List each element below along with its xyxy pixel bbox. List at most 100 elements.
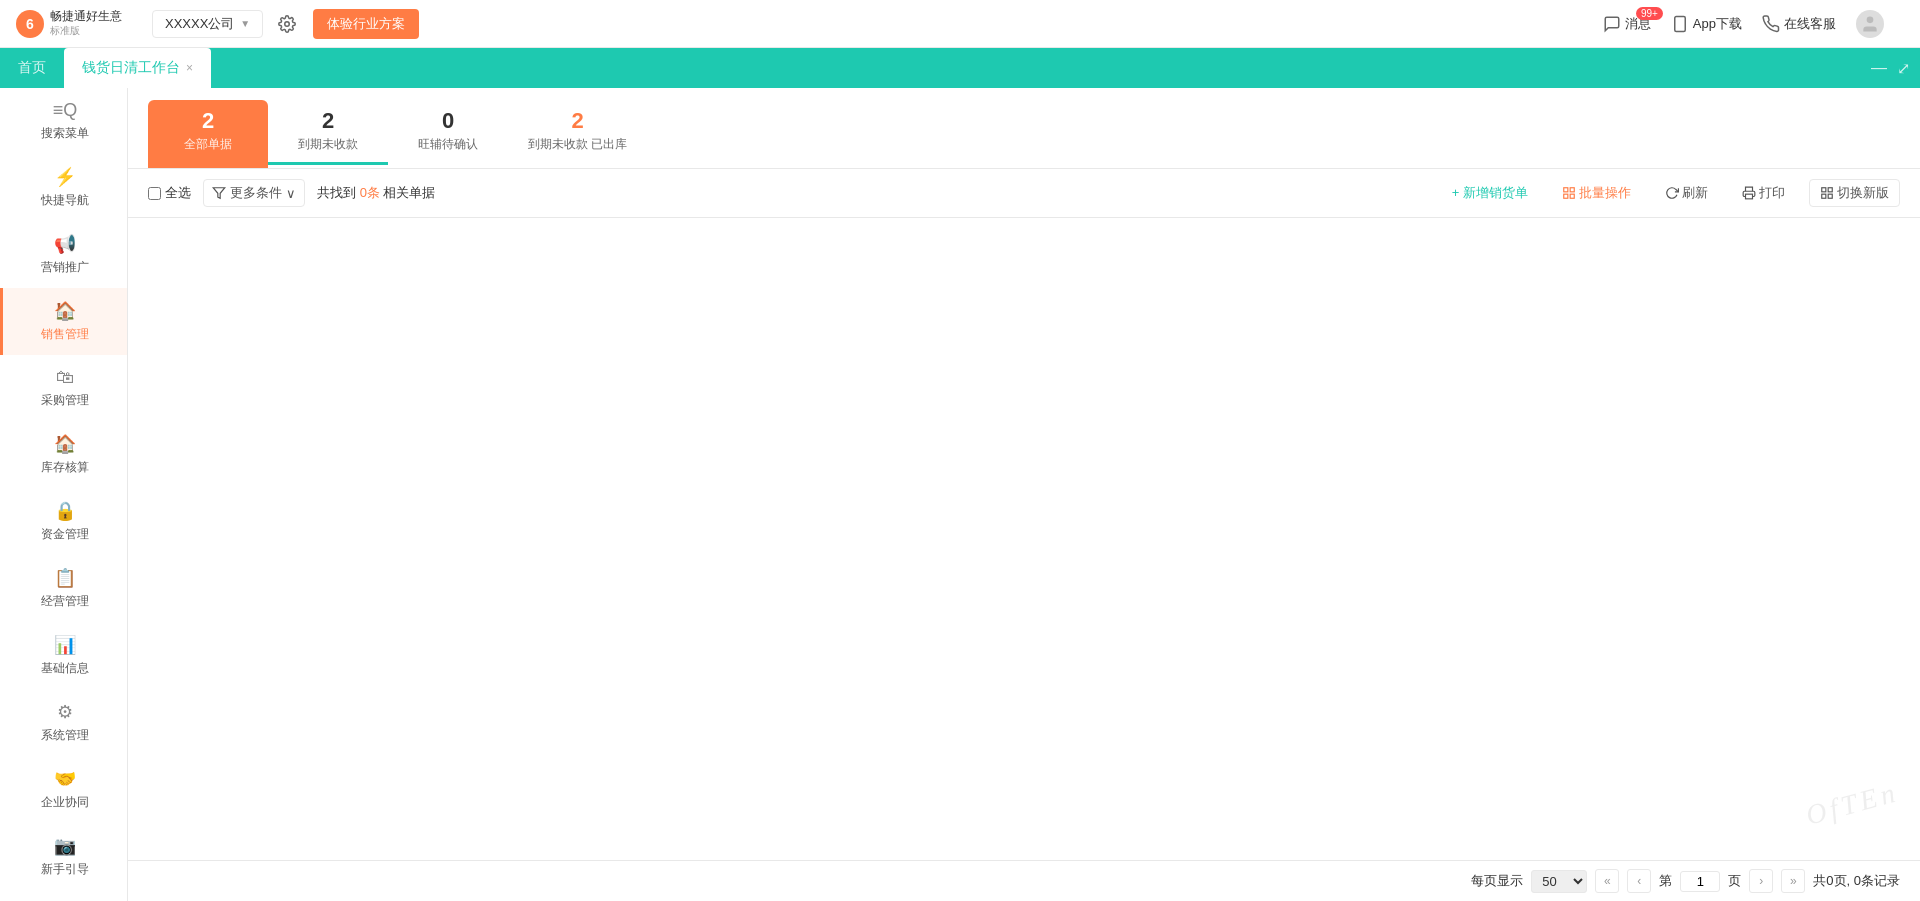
tab-underline: [268, 162, 388, 165]
online-service-btn[interactable]: 在线客服: [1762, 15, 1836, 33]
sidebar-item-quick-nav[interactable]: ⚡ 快捷导航: [0, 154, 127, 221]
app-download-btn[interactable]: App下载: [1671, 15, 1742, 33]
select-all-label: 全选: [165, 184, 191, 202]
switch-new-btn[interactable]: 切换新版: [1809, 179, 1900, 207]
tab-cash-flow-label: 钱货日清工作台: [82, 59, 180, 77]
checkbox-input[interactable]: [148, 187, 161, 200]
company-selector[interactable]: XXXXX公司 ▼: [152, 10, 263, 38]
select-all-checkbox[interactable]: 全选: [148, 184, 191, 202]
refresh-btn[interactable]: 刷新: [1655, 180, 1718, 206]
toolbar: 全选 更多条件 ∨ 共找到 0条 相关单据 + 新增销货单 批量操作: [128, 169, 1920, 218]
svg-point-3: [1867, 16, 1874, 23]
experience-btn[interactable]: 体验行业方案: [313, 9, 419, 39]
stat-tab-overdue-not-shipped[interactable]: 2 到期未收款 已出库: [508, 100, 647, 168]
stats-tabs: 2 全部单据 2 到期未收款 0 旺辅待确认 2 到期未收款 已出库: [128, 88, 1920, 169]
purchase-mgmt-icon: 🛍: [56, 367, 74, 388]
found-text: 共找到 0条 相关单据: [317, 184, 435, 202]
stat-all-num: 2: [168, 108, 248, 134]
sidebar-item-inventory[interactable]: 🏠 库存核算: [0, 421, 127, 488]
stat-overdue-not-shipped-label: 到期未收款 已出库: [528, 136, 627, 153]
table-area: OfTEn: [128, 218, 1920, 860]
more-filters-btn[interactable]: 更多条件 ∨: [203, 179, 305, 207]
svg-rect-12: [1828, 194, 1832, 198]
first-page-btn[interactable]: «: [1595, 869, 1619, 893]
settings-icon-btn[interactable]: [271, 8, 303, 40]
sidebar-item-capital-mgmt[interactable]: 🔒 资金管理: [0, 488, 127, 555]
sidebar-item-marketing[interactable]: 📢 营销推广: [0, 221, 127, 288]
stat-pending-confirm-label: 旺辅待确认: [408, 136, 488, 153]
quick-nav-icon: ⚡: [54, 166, 76, 188]
content-area: 2 全部单据 2 到期未收款 0 旺辅待确认 2 到期未收款 已出库 全选: [128, 88, 1920, 901]
logo-title: 畅捷通好生意: [50, 9, 122, 25]
sidebar-item-enterprise-coop[interactable]: 🤝 企业协同: [0, 756, 127, 823]
stat-overdue-not-shipped-num: 2: [528, 108, 627, 134]
sidebar-item-purchase-mgmt[interactable]: 🛍 采购管理: [0, 355, 127, 421]
svg-point-0: [285, 21, 290, 26]
sidebar-label-capital-mgmt: 资金管理: [41, 526, 89, 543]
print-btn[interactable]: 打印: [1732, 180, 1795, 206]
tab-minimize-btn[interactable]: —: [1871, 59, 1887, 77]
pagination-bar: 每页显示 50 20 100 « ‹ 第 页 › » 共0页, 0条记录: [128, 860, 1920, 901]
main-layout: ≡Q 搜索菜单 ⚡ 快捷导航 📢 营销推广 🏠 销售管理 🛍 采购管理 🏠 库存…: [0, 88, 1920, 901]
sidebar: ≡Q 搜索菜单 ⚡ 快捷导航 📢 营销推广 🏠 销售管理 🛍 采购管理 🏠 库存…: [0, 88, 128, 901]
switch-new-label: 切换新版: [1837, 184, 1889, 202]
online-service-label: 在线客服: [1784, 15, 1836, 33]
stat-tab-all[interactable]: 2 全部单据: [148, 100, 268, 168]
svg-rect-5: [1564, 188, 1568, 192]
marketing-icon: 📢: [54, 233, 76, 255]
system-mgmt-icon: ⚙: [57, 701, 73, 723]
sidebar-item-app-center[interactable]: 🖥 应用中心: [0, 890, 127, 901]
sidebar-label-operations: 经营管理: [41, 593, 89, 610]
found-count: 0条: [360, 185, 380, 200]
last-page-btn[interactable]: »: [1781, 869, 1805, 893]
stat-tab-pending-confirm[interactable]: 0 旺辅待确认: [388, 100, 508, 168]
tab-close-icon[interactable]: ×: [186, 61, 193, 75]
batch-ops-btn[interactable]: 批量操作: [1552, 180, 1641, 206]
sidebar-item-system-mgmt[interactable]: ⚙ 系统管理: [0, 689, 127, 756]
sidebar-label-basic-info: 基础信息: [41, 660, 89, 677]
company-dropdown-icon: ▼: [240, 18, 250, 29]
add-sales-btn[interactable]: + 新增销货单: [1442, 180, 1538, 206]
sidebar-label-quick-nav: 快捷导航: [41, 192, 89, 209]
sidebar-label-sales-mgmt: 销售管理: [41, 326, 89, 343]
found-prefix: 共找到: [317, 185, 356, 200]
svg-rect-10: [1822, 188, 1826, 192]
sidebar-item-basic-info[interactable]: 📊 基础信息: [0, 622, 127, 689]
avatar[interactable]: [1856, 10, 1884, 38]
sidebar-item-search-menu[interactable]: ≡Q 搜索菜单: [0, 88, 127, 154]
operations-icon: 📋: [54, 567, 76, 589]
stat-all-label: 全部单据: [168, 136, 248, 153]
watermark: OfTEn: [1803, 776, 1903, 831]
sidebar-label-enterprise-coop: 企业协同: [41, 794, 89, 811]
capital-mgmt-icon: 🔒: [54, 500, 76, 522]
top-header: 6 畅捷通好生意 标准版 XXXXX公司 ▼ 体验行业方案 消息 99+ App…: [0, 0, 1920, 48]
inventory-icon: 🏠: [54, 433, 76, 455]
tab-home[interactable]: 首页: [0, 48, 64, 88]
prev-page-btn[interactable]: ‹: [1627, 869, 1651, 893]
newbie-guide-icon: 📷: [54, 835, 76, 857]
search-menu-icon: ≡Q: [53, 100, 78, 121]
sidebar-item-sales-mgmt[interactable]: 🏠 销售管理: [0, 288, 127, 355]
svg-marker-4: [213, 188, 225, 199]
tab-maximize-btn[interactable]: ⤢: [1897, 59, 1910, 78]
messages-btn[interactable]: 消息 99+: [1603, 15, 1651, 33]
basic-info-icon: 📊: [54, 634, 76, 656]
tab-cash-flow[interactable]: 钱货日清工作台 ×: [64, 48, 211, 88]
sidebar-item-newbie-guide[interactable]: 📷 新手引导: [0, 823, 127, 890]
svg-rect-8: [1564, 194, 1568, 198]
app-download-label: App下载: [1693, 15, 1742, 33]
page-size-select[interactable]: 50 20 100: [1531, 870, 1587, 893]
header-right: 消息 99+ App下载 在线客服: [1603, 10, 1904, 38]
sidebar-item-operations[interactable]: 📋 经营管理: [0, 555, 127, 622]
stat-tab-overdue-unpaid[interactable]: 2 到期未收款: [268, 100, 388, 168]
logo-icon: 6: [16, 10, 44, 38]
stat-overdue-unpaid-label: 到期未收款: [288, 136, 368, 153]
stat-overdue-unpaid-num: 2: [288, 108, 368, 134]
total-text: 共0页, 0条记录: [1813, 872, 1900, 890]
toolbar-right: + 新增销货单 批量操作 刷新 打印 切换新版: [1442, 179, 1900, 207]
next-page-btn[interactable]: ›: [1749, 869, 1773, 893]
page-num-input[interactable]: [1680, 871, 1720, 892]
sidebar-label-search-menu: 搜索菜单: [41, 125, 89, 142]
sales-mgmt-icon: 🏠: [54, 300, 76, 322]
svg-rect-1: [1675, 16, 1686, 31]
